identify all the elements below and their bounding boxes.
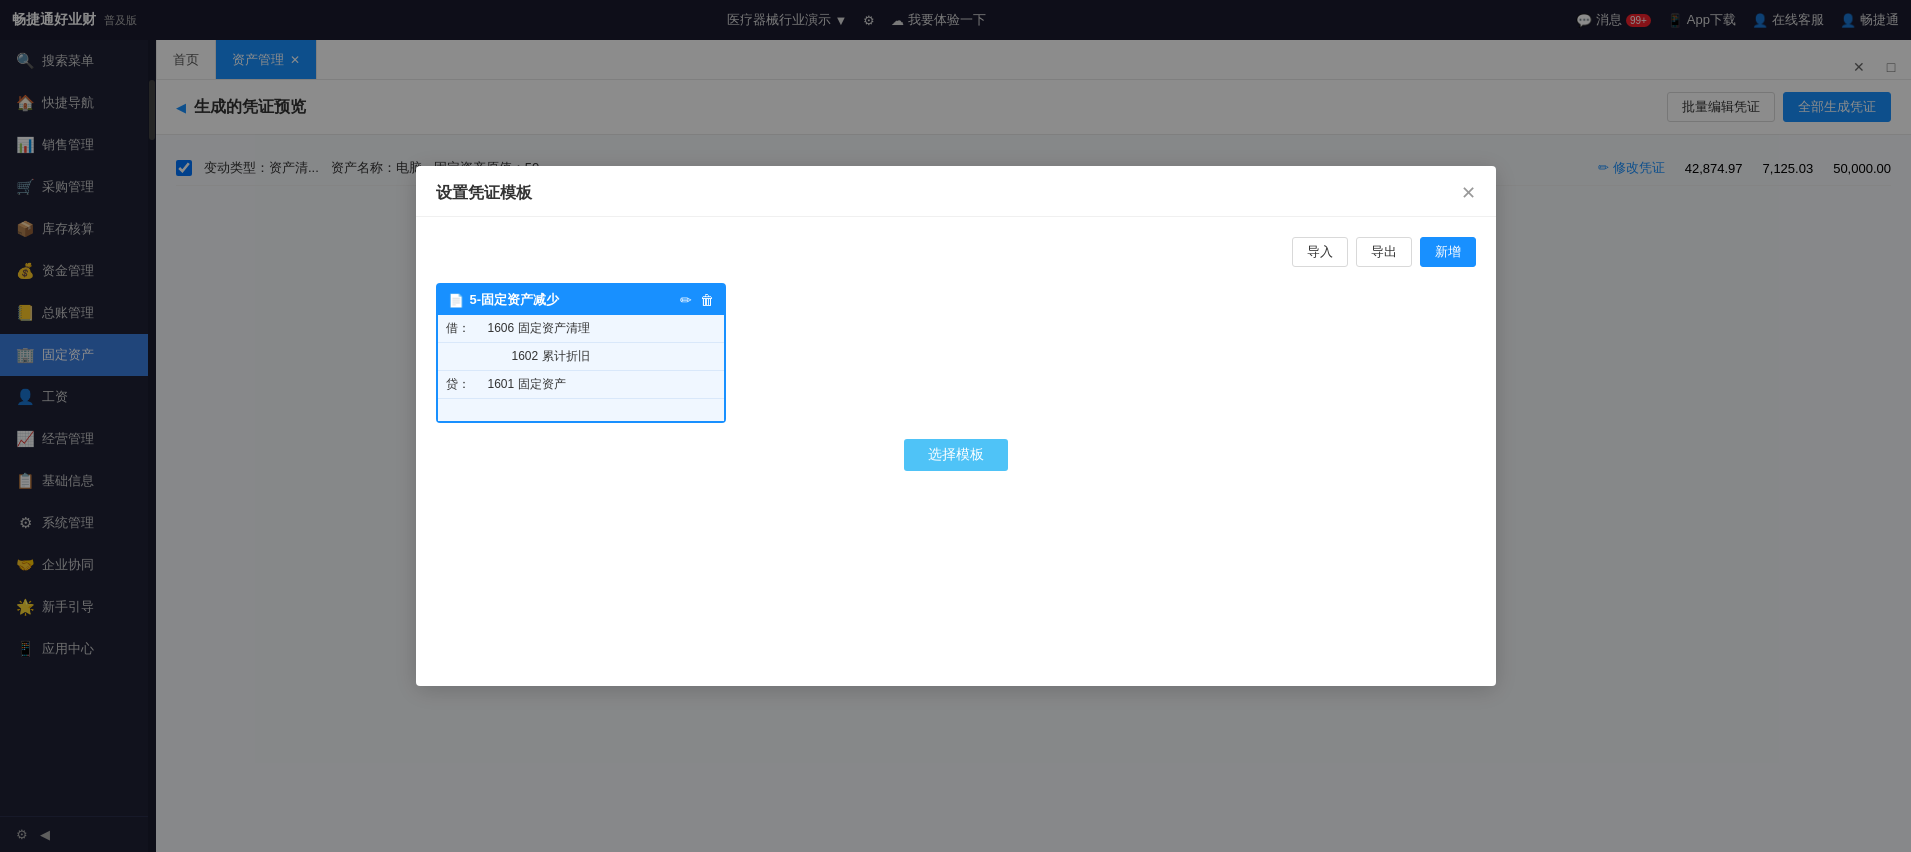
add-template-button[interactable]: 新增: [1420, 237, 1476, 267]
import-button[interactable]: 导入: [1292, 237, 1348, 267]
modal-close-button[interactable]: ✕: [1461, 182, 1476, 204]
template-card-name: 5-固定资产减少: [470, 291, 560, 309]
template-edit-icon[interactable]: ✏: [680, 292, 692, 308]
template-delete-icon[interactable]: 🗑: [700, 292, 714, 308]
template-row-debit-1: 借： 1606 固定资产清理: [438, 315, 724, 343]
export-button[interactable]: 导出: [1356, 237, 1412, 267]
template-row-credit: 贷： 1601 固定资产: [438, 371, 724, 399]
voucher-template-modal: 设置凭证模板 ✕ 导入 导出 新增 📄 5-固定资产减少 ✏ 🗑: [416, 166, 1496, 686]
template-row-debit-2: 1602 累计折旧: [438, 343, 724, 371]
modal-title: 设置凭证模板: [436, 183, 532, 204]
select-template-button[interactable]: 选择模板: [904, 439, 1008, 471]
template-card: 📄 5-固定资产减少 ✏ 🗑 借： 1606 固定资产清理: [436, 283, 726, 423]
template-document-icon: 📄: [448, 293, 464, 308]
template-row-empty: [438, 399, 724, 421]
